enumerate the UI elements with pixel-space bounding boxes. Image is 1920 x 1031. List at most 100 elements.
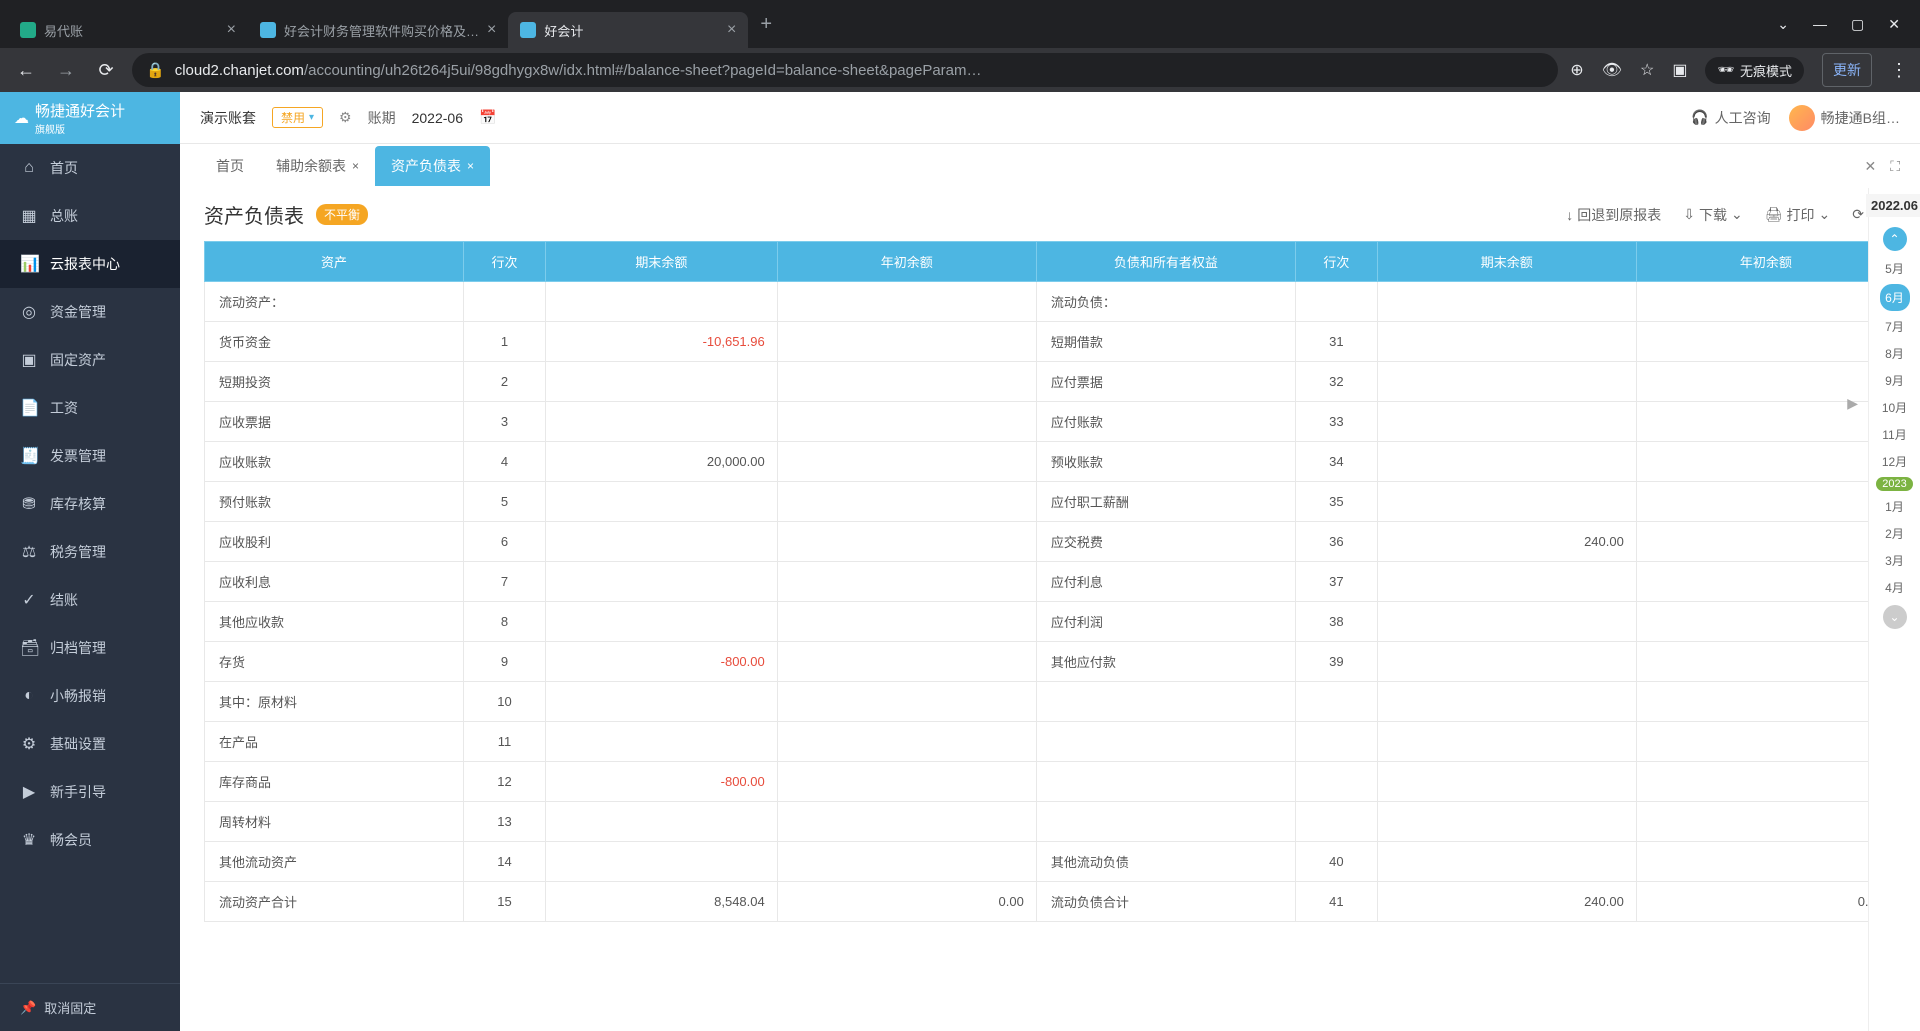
page-tab[interactable]: 资产负债表×: [375, 146, 490, 186]
cell-asset[interactable]: 应收股利: [205, 522, 464, 562]
cell-asset[interactable]: 周转材料: [205, 802, 464, 842]
forward-button[interactable]: →: [52, 60, 80, 81]
new-tab-button[interactable]: +: [748, 13, 784, 36]
close-icon[interactable]: ×: [352, 159, 359, 173]
eye-off-icon[interactable]: 👁: [1602, 60, 1622, 80]
unpin-button[interactable]: 📌 取消固定: [0, 983, 180, 1031]
month-option[interactable]: 2月: [1885, 520, 1904, 547]
cell-liab[interactable]: 短期借款: [1036, 322, 1295, 362]
sidebar-item[interactable]: ♛畅会员: [0, 816, 180, 864]
sidebar-item[interactable]: 📊云报表中心: [0, 240, 180, 288]
cell-asset[interactable]: 预付账款: [205, 482, 464, 522]
cell-liab[interactable]: 流动负债合计: [1036, 882, 1295, 922]
cell-liab[interactable]: [1036, 682, 1295, 722]
support-button[interactable]: 🎧 人工咨询: [1691, 108, 1770, 128]
sidebar-item[interactable]: ◐小畅报销: [0, 672, 180, 720]
close-window-button[interactable]: ✕: [1888, 16, 1900, 33]
close-icon[interactable]: ×: [727, 21, 736, 39]
menu-button[interactable]: ⋮: [1890, 60, 1908, 81]
month-option[interactable]: 9月: [1880, 367, 1910, 394]
cell-asset[interactable]: 其中：原材料: [205, 682, 464, 722]
browser-tab[interactable]: 好会计财务管理软件购买价格及… ×: [248, 12, 508, 48]
sidebar-item[interactable]: ▣固定资产: [0, 336, 180, 384]
fullscreen-icon[interactable]: ⛶: [1890, 158, 1900, 175]
browser-tab[interactable]: 易代账 ×: [8, 12, 248, 48]
user-menu[interactable]: 畅捷通B组…: [1789, 105, 1900, 131]
month-option[interactable]: 3月: [1885, 547, 1904, 574]
cell-asset[interactable]: 流动资产合计: [205, 882, 464, 922]
cell-asset[interactable]: 应收利息: [205, 562, 464, 602]
reload-button[interactable]: ⟳: [92, 60, 120, 81]
month-option[interactable]: 12月: [1880, 448, 1910, 475]
month-option[interactable]: 1月: [1885, 493, 1904, 520]
zoom-icon[interactable]: ⊕: [1570, 60, 1583, 80]
cell-liab[interactable]: 其他流动负债: [1036, 842, 1295, 882]
table-container[interactable]: 资产 行次 期末余额 年初余额 负债和所有者权益 行次 期末余额 年初余额 流动…: [180, 241, 1920, 1031]
month-prev-button[interactable]: ⌃: [1883, 227, 1907, 251]
cell-asset[interactable]: 短期投资: [205, 362, 464, 402]
cell-asset[interactable]: 在产品: [205, 722, 464, 762]
cell-liab[interactable]: 其他应付款: [1036, 642, 1295, 682]
minimize-button[interactable]: ―: [1813, 16, 1827, 33]
cell-asset[interactable]: 其他应收款: [205, 602, 464, 642]
revert-button[interactable]: ↓ 回退到原报表: [1566, 205, 1661, 225]
star-icon[interactable]: ☆: [1640, 60, 1654, 80]
sidebar-item[interactable]: ◎资金管理: [0, 288, 180, 336]
cell-liab[interactable]: 应交税费: [1036, 522, 1295, 562]
sidebar-item[interactable]: ⛃库存核算: [0, 480, 180, 528]
sidebar-item[interactable]: ▦总账: [0, 192, 180, 240]
cell-liab[interactable]: [1036, 762, 1295, 802]
print-button[interactable]: 🖨 打印 ⌄: [1765, 205, 1831, 225]
sidebar-item[interactable]: ⚖税务管理: [0, 528, 180, 576]
browser-tab-active[interactable]: 好会计 ×: [508, 12, 748, 48]
month-option[interactable]: 11月: [1880, 421, 1910, 448]
table-scroll-right-icon[interactable]: ▶: [1847, 395, 1858, 412]
sidebar-item[interactable]: ⌂首页: [0, 144, 180, 192]
cell-liab[interactable]: 流动负债：: [1036, 282, 1295, 322]
gear-icon[interactable]: ⚙: [339, 109, 352, 126]
sidebar-item[interactable]: 🧾发票管理: [0, 432, 180, 480]
cell-asset[interactable]: 库存商品: [205, 762, 464, 802]
cell-asset[interactable]: 应收账款: [205, 442, 464, 482]
close-all-tabs-icon[interactable]: ✕: [1864, 158, 1876, 175]
close-icon[interactable]: ×: [467, 159, 474, 173]
sidebar-item[interactable]: ▶新手引导: [0, 768, 180, 816]
sidebar-item[interactable]: 📄工资: [0, 384, 180, 432]
cell-asset[interactable]: 应收票据: [205, 402, 464, 442]
month-option[interactable]: 5月: [1880, 255, 1910, 282]
chevron-down-icon[interactable]: ⌄: [1777, 16, 1789, 33]
cell-liab[interactable]: 预收账款: [1036, 442, 1295, 482]
month-option[interactable]: 7月: [1880, 313, 1910, 340]
disable-tag[interactable]: 禁用: [272, 107, 323, 128]
sidebar-item[interactable]: ✓结账: [0, 576, 180, 624]
back-button[interactable]: ←: [12, 60, 40, 81]
cell-liab[interactable]: 应付账款: [1036, 402, 1295, 442]
cell-asset[interactable]: 其他流动资产: [205, 842, 464, 882]
cell-liab[interactable]: [1036, 722, 1295, 762]
cell-asset[interactable]: 流动资产：: [205, 282, 464, 322]
close-icon[interactable]: ×: [487, 21, 496, 39]
page-tab[interactable]: 首页: [200, 146, 260, 186]
page-tab[interactable]: 辅助余额表×: [260, 146, 375, 186]
update-button[interactable]: 更新: [1822, 53, 1872, 87]
month-option[interactable]: 4月: [1885, 574, 1904, 601]
month-next-button[interactable]: ⌄: [1883, 605, 1907, 629]
extension-icon[interactable]: ▣: [1672, 60, 1687, 80]
close-icon[interactable]: ×: [227, 21, 236, 39]
month-option[interactable]: 6月: [1880, 284, 1910, 311]
sidebar-item[interactable]: 🗃归档管理: [0, 624, 180, 672]
cell-liab[interactable]: 应付职工薪酬: [1036, 482, 1295, 522]
month-option[interactable]: 8月: [1880, 340, 1910, 367]
cell-liab[interactable]: 应付利息: [1036, 562, 1295, 602]
cell-asset[interactable]: 存货: [205, 642, 464, 682]
maximize-button[interactable]: ▢: [1851, 16, 1864, 33]
sidebar-item[interactable]: ⚙基础设置: [0, 720, 180, 768]
address-bar[interactable]: 🔒 cloud2.chanjet.com/accounting/uh26t264…: [132, 53, 1558, 87]
cell-liab[interactable]: 应付利润: [1036, 602, 1295, 642]
month-option[interactable]: 10月: [1880, 394, 1910, 421]
cell-asset[interactable]: 货币资金: [205, 322, 464, 362]
calendar-icon[interactable]: 📅: [479, 109, 496, 126]
download-button[interactable]: ⇩ 下载 ⌄: [1683, 205, 1742, 225]
cell-liab[interactable]: 应付票据: [1036, 362, 1295, 402]
cell-liab[interactable]: [1036, 802, 1295, 842]
